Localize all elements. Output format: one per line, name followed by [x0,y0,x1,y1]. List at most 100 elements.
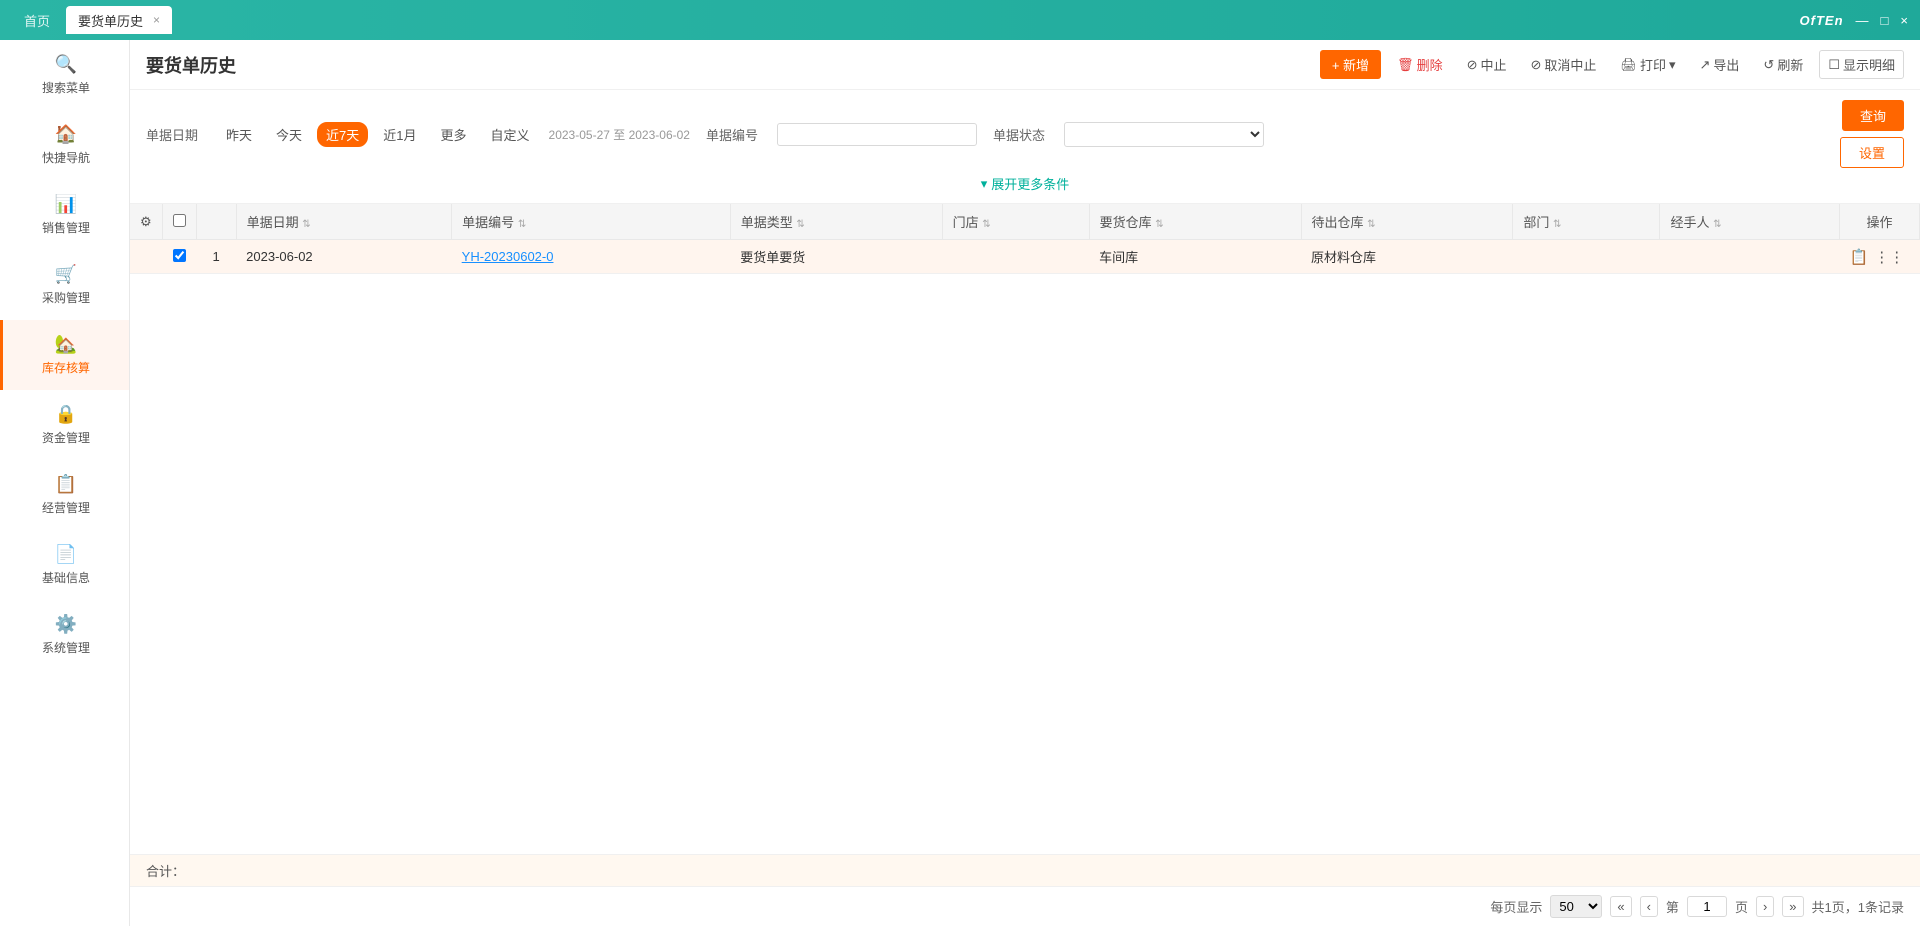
cancel-stop-icon: ⊘ [1531,57,1542,73]
col-store-label: 门店 [953,215,979,230]
date-more-btn[interactable]: 更多 [432,122,476,147]
col-no[interactable]: 单据编号 ⇅ [452,204,731,240]
date-custom-btn[interactable]: 自定义 [482,122,539,147]
tab-order-history[interactable]: 要货单历史 × [66,6,172,34]
date-last-month-btn[interactable]: 近1月 [374,122,425,147]
sidebar-item-quick-nav-label: 快捷导航 [42,149,90,166]
sort-no-icon: ⇅ [518,219,526,230]
sidebar-item-search[interactable]: 🔍 搜索菜单 [0,40,129,110]
row-num: 1 [196,240,236,274]
date-yesterday-btn[interactable]: 昨天 [217,122,261,147]
order-no-input[interactable] [777,123,977,146]
minimize-icon[interactable]: — [1856,13,1869,28]
close-tab-icon[interactable]: × [153,13,160,27]
brand-text: OfTEn [1800,13,1844,28]
show-detail-label: 显示明细 [1843,55,1895,74]
sidebar-item-purchase[interactable]: 🛒 采购管理 [0,250,129,320]
delete-button[interactable]: 🗑 删除 [1389,51,1451,78]
row-checkbox[interactable] [162,240,196,274]
col-to-warehouse[interactable]: 待出仓库 ⇅ [1301,204,1513,240]
edit-action-icon[interactable]: 📋 [1850,248,1869,266]
col-date[interactable]: 单据日期 ⇅ [236,204,452,240]
row-department [1513,240,1660,274]
export-label: 导出 [1713,55,1739,74]
col-type[interactable]: 单据类型 ⇅ [730,204,942,240]
last-page-button[interactable]: » [1782,896,1803,917]
col-handler[interactable]: 经手人 ⇅ [1660,204,1840,240]
col-date-label: 单据日期 [247,215,299,230]
cancel-stop-button[interactable]: ⊘ 取消中止 [1523,51,1605,78]
cancel-stop-label: 取消中止 [1544,55,1596,74]
data-table: ⚙ 单据日期 ⇅ 单据编号 ⇅ 单据类型 ⇅ [130,204,1920,274]
page-input[interactable] [1687,896,1727,917]
sidebar-item-quick-nav[interactable]: 🏠 快捷导航 [0,110,129,180]
row-handler [1660,240,1840,274]
col-department[interactable]: 部门 ⇅ [1513,204,1660,240]
row-store [942,240,1089,274]
row-date: 2023-06-02 [236,240,452,274]
filter-row-1: 单据日期 昨天 今天 近7天 近1月 更多 自定义 2023-05-27 至 2… [146,100,1904,168]
chart-icon: 📊 [55,194,77,215]
date-last7-btn[interactable]: 近7天 [317,122,368,147]
status-select[interactable] [1064,122,1264,147]
page-info-label: 第 [1666,897,1679,916]
maximize-icon[interactable]: □ [1881,13,1889,28]
refresh-button[interactable]: ↺ 刷新 [1755,51,1811,78]
sort-type-icon: ⇅ [796,219,804,230]
sidebar-item-sales[interactable]: 📊 销售管理 [0,180,129,250]
tab-home[interactable]: 首页 [12,6,62,34]
export-button[interactable]: ↗ 导出 [1691,51,1747,78]
filter-right: 查询 设置 [1840,100,1904,168]
table-header-row: ⚙ 单据日期 ⇅ 单据编号 ⇅ 单据类型 ⇅ [130,204,1920,240]
window-close-icon[interactable]: × [1900,13,1908,28]
sidebar-item-basic-label: 基础信息 [42,569,90,586]
filter-area: 单据日期 昨天 今天 近7天 近1月 更多 自定义 2023-05-27 至 2… [130,90,1920,204]
pagination: 每页显示 10 20 50 100 « ‹ 第 页 › » 共1页，1条记录 [130,886,1920,926]
date-today-btn[interactable]: 今天 [267,122,311,147]
sidebar-item-system[interactable]: ⚙️ 系统管理 [0,600,129,670]
search-icon: 🔍 [55,54,77,75]
sort-department-icon: ⇅ [1553,219,1561,230]
col-from-warehouse[interactable]: 要货仓库 ⇅ [1089,204,1301,240]
row-type: 要货单要货 [730,240,942,274]
new-button[interactable]: + 新增 [1320,50,1381,79]
query-button[interactable]: 查询 [1842,100,1904,131]
sidebar-item-inventory[interactable]: 🏡 库存核算 [0,320,129,390]
delete-icon: 🗑 [1397,57,1414,73]
home-icon: 🏠 [55,124,77,145]
row-no-link[interactable]: YH-20230602-0 [462,249,554,264]
page-header: 要货单历史 + 新增 🗑 删除 ⊘ 中止 ⊘ 取消中止 🖨 打印 [130,40,1920,90]
inventory-icon: 🏡 [55,334,77,355]
page-size-select[interactable]: 10 20 50 100 [1550,895,1602,918]
print-button[interactable]: 🖨 打印 ▾ [1612,51,1683,78]
prev-page-button[interactable]: ‹ [1640,896,1658,917]
refresh-label: 刷新 [1777,55,1803,74]
next-page-button[interactable]: › [1756,896,1774,917]
sort-handler-icon: ⇅ [1713,219,1721,230]
col-checkbox[interactable] [162,204,196,240]
row-to-warehouse: 原材料仓库 [1301,240,1513,274]
toolbar: + 新增 🗑 删除 ⊘ 中止 ⊘ 取消中止 🖨 打印 ▾ [1320,50,1904,79]
row-checkbox-input[interactable] [173,249,186,262]
sidebar-item-finance-label: 资金管理 [42,429,90,446]
sidebar-item-operations[interactable]: 📋 经营管理 [0,460,129,530]
col-store[interactable]: 门店 ⇅ [942,204,1089,240]
first-page-button[interactable]: « [1610,896,1631,917]
document-icon: 📄 [55,544,77,565]
filter-settings-button[interactable]: 设置 [1840,137,1904,168]
show-detail-button[interactable]: ☐ 显示明细 [1819,50,1904,79]
date-filters: 昨天 今天 近7天 近1月 更多 自定义 2023-05-27 至 2023-0… [217,122,690,147]
more-action-icon[interactable]: ⋮⋮ [1874,248,1904,266]
sidebar-item-basic[interactable]: 📄 基础信息 [0,530,129,600]
row-no[interactable]: YH-20230602-0 [452,240,731,274]
col-type-label: 单据类型 [741,215,793,230]
sidebar: 🔍 搜索菜单 🏠 快捷导航 📊 销售管理 🛒 采购管理 🏡 库存核算 🔒 资金管… [0,40,130,926]
sidebar-item-finance[interactable]: 🔒 资金管理 [0,390,129,460]
expand-more-button[interactable]: ▾ 展开更多条件 [981,174,1070,193]
col-settings[interactable]: ⚙ [130,204,162,240]
tab-home-label: 首页 [24,11,50,30]
content-area: 要货单历史 + 新增 🗑 删除 ⊘ 中止 ⊘ 取消中止 🖨 打印 [130,40,1920,926]
date-filter-label: 单据日期 [146,125,201,144]
select-all-checkbox[interactable] [173,214,186,227]
stop-button[interactable]: ⊘ 中止 [1459,51,1515,78]
